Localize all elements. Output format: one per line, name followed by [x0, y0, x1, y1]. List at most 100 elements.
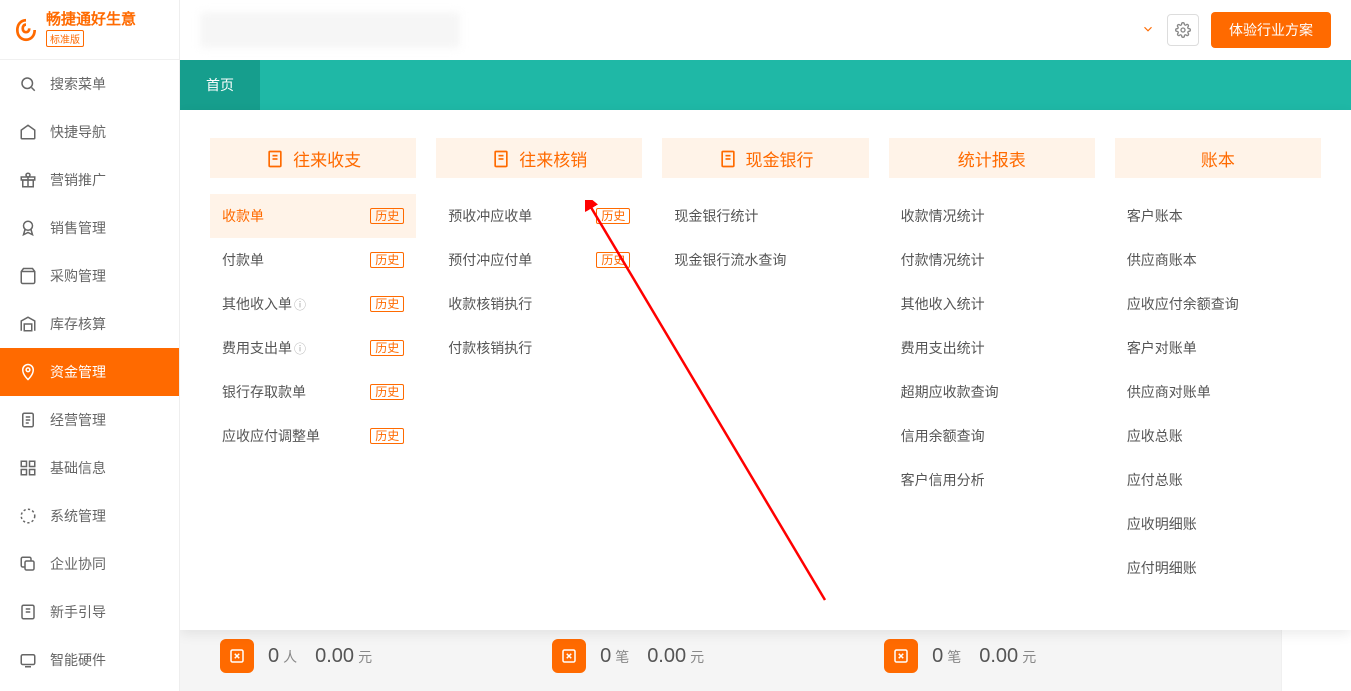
- stat-block: 0人0.00元: [220, 639, 372, 673]
- mega-item-label: 供应商账本: [1127, 250, 1197, 270]
- chevron-down-icon[interactable]: [1141, 22, 1155, 39]
- mega-menu-item[interactable]: 付款单历史: [210, 238, 416, 282]
- mega-item-label: 收款情况统计: [901, 206, 985, 226]
- mega-column-title: 往来收支: [293, 146, 361, 171]
- gift-icon: [18, 170, 38, 190]
- mega-item-label: 现金银行统计: [674, 206, 758, 226]
- brand-icon: [12, 16, 40, 44]
- sidebar-item[interactable]: 采购管理: [0, 252, 179, 300]
- sidebar-item-label: 库存核算: [50, 314, 106, 334]
- stat-count: 0: [932, 645, 943, 668]
- grid-icon: [18, 458, 38, 478]
- loading-icon: [18, 506, 38, 526]
- history-tag[interactable]: 历史: [596, 252, 630, 268]
- stat-icon: [884, 639, 918, 673]
- sidebar-item-label: 新手引导: [50, 602, 106, 622]
- mega-column: 往来核销预收冲应收单历史预付冲应付单历史收款核销执行付款核销执行: [436, 138, 642, 590]
- history-tag[interactable]: 历史: [596, 208, 630, 224]
- mega-item-label: 应收明细账: [1127, 514, 1197, 534]
- cta-button[interactable]: 体验行业方案: [1211, 12, 1331, 48]
- mega-menu-item[interactable]: 收款核销执行: [436, 282, 642, 326]
- mega-menu-item[interactable]: 信用余额查询: [889, 414, 1095, 458]
- mega-menu-item[interactable]: 应付总账: [1115, 458, 1321, 502]
- mega-menu-item[interactable]: 应收应付余额查询: [1115, 282, 1321, 326]
- sidebar-item[interactable]: 新手引导: [0, 588, 179, 636]
- mega-item-label: 客户对账单: [1127, 338, 1197, 358]
- sidebar-item-label: 搜索菜单: [50, 74, 106, 94]
- stat-amount-unit: 元: [358, 647, 372, 667]
- brand-title: 畅捷通好生意: [46, 12, 136, 29]
- stat-block: 0笔0.00元: [884, 639, 1036, 673]
- mega-item-label: 收款单: [222, 206, 264, 226]
- warehouse-icon: [18, 314, 38, 334]
- sidebar-item-label: 销售管理: [50, 218, 106, 238]
- sidebar-item[interactable]: 系统管理: [0, 492, 179, 540]
- mega-menu-item[interactable]: 收款单 历史: [210, 194, 416, 238]
- sidebar-item[interactable]: 快捷导航: [0, 108, 179, 156]
- sidebar-nav: 搜索菜单快捷导航营销推广销售管理采购管理库存核算资金管理经营管理基础信息系统管理…: [0, 60, 179, 691]
- history-tag[interactable]: 历史: [370, 340, 404, 356]
- mega-item-label: 现金银行流水查询: [674, 250, 786, 270]
- bottom-stats: 0人0.00元 0笔0.00元 0笔0.00元: [220, 639, 1331, 673]
- mega-menu-item[interactable]: 应付明细账: [1115, 546, 1321, 590]
- stat-icon: [220, 639, 254, 673]
- mega-menu-item[interactable]: 客户信用分析: [889, 458, 1095, 502]
- mega-menu-item[interactable]: 付款情况统计: [889, 238, 1095, 282]
- mega-menu-item[interactable]: 现金银行流水查询: [662, 238, 868, 282]
- mega-menu-item[interactable]: 其他收入统计: [889, 282, 1095, 326]
- mega-column: 现金银行现金银行统计现金银行流水查询: [662, 138, 868, 590]
- sidebar-item[interactable]: 经营管理: [0, 396, 179, 444]
- home-icon: [18, 122, 38, 142]
- mega-menu-item[interactable]: 银行存取款单历史: [210, 370, 416, 414]
- mega-item-label: 应付明细账: [1127, 558, 1197, 578]
- mega-column: 账本客户账本供应商账本应收应付余额查询客户对账单供应商对账单应收总账应付总账应收…: [1115, 138, 1321, 590]
- mega-item-label: 应收应付调整单: [222, 426, 320, 446]
- sidebar-item-label: 资金管理: [50, 362, 106, 382]
- mega-menu-item[interactable]: 收款情况统计: [889, 194, 1095, 238]
- mega-menu-item[interactable]: 预收冲应收单历史: [436, 194, 642, 238]
- sidebar-item[interactable]: 营销推广: [0, 156, 179, 204]
- mega-menu-item[interactable]: 超期应收款查询: [889, 370, 1095, 414]
- brand-edition: 标准版: [46, 30, 84, 47]
- mega-menu-item[interactable]: 预付冲应付单历史: [436, 238, 642, 282]
- search-icon: [18, 74, 38, 94]
- mega-menu-item[interactable]: 付款核销执行: [436, 326, 642, 370]
- mega-menu-item[interactable]: 现金银行统计: [662, 194, 868, 238]
- history-tag[interactable]: 历史: [370, 208, 404, 224]
- tab-home[interactable]: 首页: [180, 60, 260, 110]
- history-tag[interactable]: 历史: [370, 296, 404, 312]
- company-selector[interactable]: [200, 12, 460, 48]
- mega-menu-item[interactable]: 供应商对账单: [1115, 370, 1321, 414]
- stat-amount: 0.00: [647, 645, 686, 668]
- history-tag[interactable]: 历史: [370, 428, 404, 444]
- history-tag[interactable]: 历史: [370, 252, 404, 268]
- mega-item-label: 付款核销执行: [448, 338, 532, 358]
- mega-menu-item[interactable]: 应收明细账: [1115, 502, 1321, 546]
- sidebar-item-label: 智能硬件: [50, 650, 106, 670]
- mega-item-label: 费用支出单ⓘ: [222, 338, 306, 358]
- sidebar-item[interactable]: 销售管理: [0, 204, 179, 252]
- mega-menu-item[interactable]: 供应商账本: [1115, 238, 1321, 282]
- sidebar-item[interactable]: 搜索菜单: [0, 60, 179, 108]
- content-area: 完善期初 统计表 务员) 月报 > 往来收支收款单历史付款单历史其他收入单ⓘ历史…: [180, 110, 1351, 691]
- mega-menu-item[interactable]: 应收总账: [1115, 414, 1321, 458]
- mega-menu-item[interactable]: 客户账本: [1115, 194, 1321, 238]
- mega-menu-item[interactable]: 客户对账单: [1115, 326, 1321, 370]
- mega-menu-item[interactable]: 其他收入单ⓘ历史: [210, 282, 416, 326]
- sidebar-item[interactable]: 资金管理: [0, 348, 179, 396]
- sidebar-item[interactable]: 智能硬件: [0, 636, 179, 684]
- sidebar-item[interactable]: 库存核算: [0, 300, 179, 348]
- mega-menu-item[interactable]: 应收应付调整单 历史: [210, 414, 416, 458]
- history-tag[interactable]: 历史: [370, 384, 404, 400]
- sidebar-item[interactable]: 企业协同: [0, 540, 179, 588]
- brand-logo: 畅捷通好生意 标准版: [0, 0, 179, 60]
- stat-block: 0笔0.00元: [552, 639, 704, 673]
- mega-menu-item[interactable]: 费用支出统计: [889, 326, 1095, 370]
- doc-icon: [491, 148, 511, 168]
- settings-button[interactable]: [1167, 14, 1199, 46]
- mega-menu-item[interactable]: 费用支出单ⓘ 历史: [210, 326, 416, 370]
- sidebar-item-label: 营销推广: [50, 170, 106, 190]
- sidebar-item[interactable]: 基础信息: [0, 444, 179, 492]
- mega-item-label: 应付总账: [1127, 470, 1183, 490]
- mega-item-label: 供应商对账单: [1127, 382, 1211, 402]
